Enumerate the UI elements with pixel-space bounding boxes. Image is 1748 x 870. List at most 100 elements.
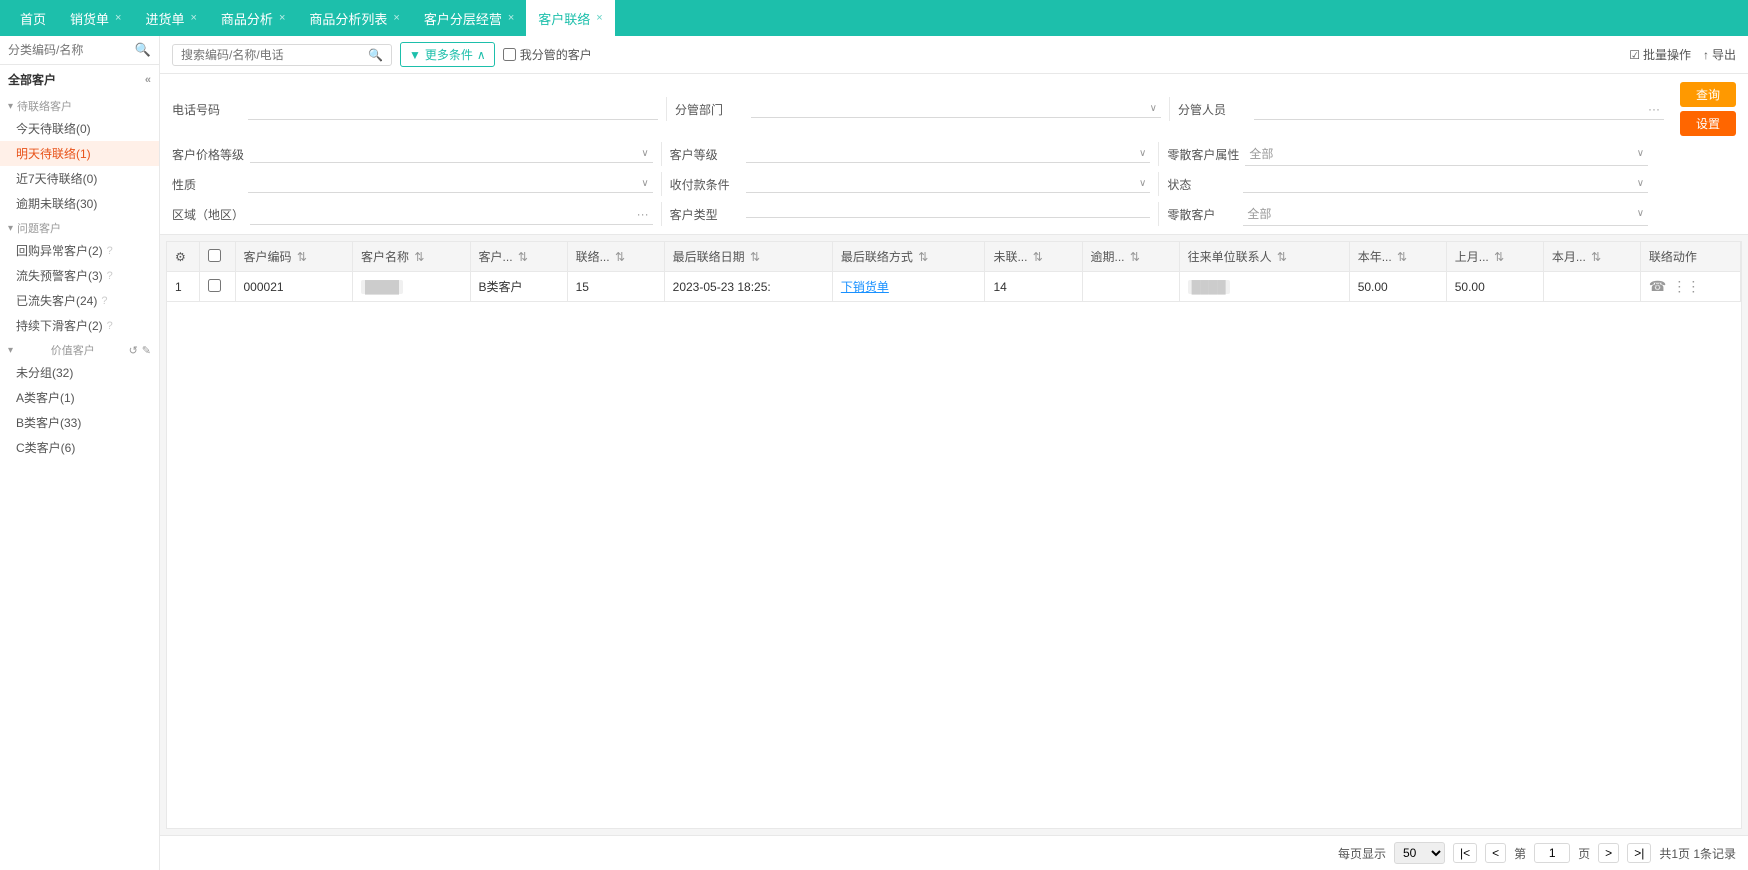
sidebar-abnormal-repurchase[interactable]: 回购异常客户(2) ? (0, 238, 159, 263)
row-checkbox[interactable] (199, 272, 235, 302)
sidebar-declining[interactable]: 持续下滑客户(2) ? (0, 313, 159, 338)
sidebar-value-header: ▾ 价值客户 ↺ ✎ (0, 338, 159, 360)
sidebar-class-a[interactable]: A类客户(1) (0, 385, 159, 410)
my-customers-checkbox[interactable] (503, 48, 516, 61)
edit-icon[interactable]: ✎ (142, 344, 151, 357)
per-page-select[interactable]: 50 100 (1394, 842, 1445, 864)
retail-customer-select[interactable]: 全部 ∨ (1243, 202, 1648, 226)
nav-sales-order[interactable]: 销货单 × (58, 0, 133, 36)
sidebar-class-c[interactable]: C类客户(6) (0, 435, 159, 460)
customer-level-select[interactable]: ∨ (746, 145, 1151, 163)
col-label-type: 客户... (479, 250, 513, 264)
last-page-btn[interactable]: >| (1627, 843, 1651, 863)
chevron-down-icon-4: ∨ (1637, 148, 1644, 159)
status-select[interactable]: ∨ (1243, 175, 1648, 193)
col-contact-action: 联络动作 (1640, 242, 1740, 272)
row-this-year: 50.00 (1349, 272, 1446, 302)
region-ellipsis[interactable]: ··· (637, 207, 649, 221)
nav-customer-tiering[interactable]: 客户分层经营 × (412, 0, 526, 36)
filter-more-btn[interactable]: ▼ 更多条件 ∧ (400, 42, 495, 67)
help-icon-3[interactable]: ? (107, 320, 113, 332)
row-uncontacted: 14 (985, 272, 1082, 302)
payment-select[interactable]: ∨ (746, 175, 1151, 193)
division-dept-select[interactable]: ∨ (751, 100, 1161, 118)
sort-icon-last-month[interactable]: ⇅ (1494, 250, 1504, 264)
sidebar-all-customers[interactable]: 全部客户 « (0, 65, 159, 94)
nav-close-sales-order[interactable]: × (115, 12, 121, 24)
sort-icon-code[interactable]: ⇅ (297, 250, 307, 264)
sidebar-tomorrow-pending[interactable]: 明天待联络(1) (0, 141, 159, 166)
col-label-this-month: 本月... (1552, 250, 1586, 264)
nav-close-customer-contact[interactable]: × (596, 12, 602, 24)
filter-icon: ▼ (409, 48, 421, 62)
sidebar-search-input[interactable] (8, 43, 135, 57)
sidebar-overdue-pending[interactable]: 逾期未联络(30) (0, 191, 159, 216)
filter-row-4: 区域（地区） ··· 客户类型 零散客户 (172, 202, 1736, 226)
sidebar-ungrouped[interactable]: 未分组(32) (0, 360, 159, 385)
sort-icon-last-method[interactable]: ⇅ (918, 250, 928, 264)
my-customers-checkbox-area: 我分管的客户 (503, 46, 592, 63)
price-level-select[interactable]: ∨ (250, 145, 653, 163)
setting-button[interactable]: 设置 (1680, 111, 1736, 136)
batch-operation-btn[interactable]: ☑ 批量操作 (1629, 46, 1691, 63)
action-more-icon[interactable]: ⋮⋮ (1672, 278, 1700, 295)
pagination: 每页显示 50 100 |< < 第 页 > >| 共1页 1条记录 (160, 835, 1748, 870)
next-page-btn[interactable]: > (1598, 843, 1619, 863)
retail-attr-select[interactable]: 全部 ∨ (1245, 142, 1648, 166)
sort-icon-uncontacted[interactable]: ⇅ (1033, 250, 1043, 264)
settings-col[interactable]: ⚙ (167, 242, 199, 272)
customer-type-select[interactable] (746, 211, 1151, 218)
sidebar-class-b[interactable]: B类客户(33) (0, 410, 159, 435)
price-level-label: 客户价格等级 (172, 146, 244, 163)
region-select[interactable]: ··· (250, 204, 653, 225)
nav-purchase-order[interactable]: 进货单 × (133, 0, 208, 36)
select-all-checkbox[interactable] (208, 249, 221, 262)
sort-icon-contact[interactable]: ⇅ (615, 250, 625, 264)
refresh-icon[interactable]: ↺ (129, 344, 138, 357)
col-label-action: 联络动作 (1649, 250, 1697, 264)
sort-icon-name[interactable]: ⇅ (414, 250, 424, 264)
sort-icon-person[interactable]: ⇅ (1277, 250, 1287, 264)
sort-icon-this-month[interactable]: ⇅ (1591, 250, 1601, 264)
search-icon[interactable]: 🔍 (368, 48, 383, 62)
sidebar-today-pending[interactable]: 今天待联络(0) (0, 116, 159, 141)
sort-icon-overdue[interactable]: ⇅ (1130, 250, 1140, 264)
nav-close-product-analysis-list[interactable]: × (393, 12, 399, 24)
sidebar-churned[interactable]: 已流失客户(24) ? (0, 288, 159, 313)
sort-icon-type[interactable]: ⇅ (518, 250, 528, 264)
filter-gender: 性质 ∨ (172, 175, 653, 193)
export-btn[interactable]: ↑ 导出 (1703, 46, 1736, 63)
main-search-input[interactable] (181, 48, 368, 62)
division-person-select[interactable]: ··· (1254, 99, 1664, 120)
gender-select[interactable]: ∨ (248, 175, 653, 193)
nav-customer-contact[interactable]: 客户联络 × (526, 0, 614, 36)
action-call-icon[interactable]: ☎ (1649, 278, 1666, 295)
export-icon: ↑ (1703, 48, 1709, 62)
sort-icon-this-year[interactable]: ⇅ (1397, 250, 1407, 264)
col-label-this-year: 本年... (1358, 250, 1392, 264)
first-page-btn[interactable]: |< (1453, 843, 1477, 863)
sidebar-churn-warning[interactable]: 流失预警客户(3) ? (0, 263, 159, 288)
query-button[interactable]: 查询 (1680, 82, 1736, 107)
sort-icon-last-date[interactable]: ⇅ (750, 250, 760, 264)
sidebar-week-pending[interactable]: 近7天待联络(0) (0, 166, 159, 191)
help-icon-2[interactable]: ? (101, 295, 107, 307)
chevron-down-icon-2: ∨ (641, 148, 648, 159)
nav-close-product-analysis[interactable]: × (279, 12, 285, 24)
ellipsis-icon[interactable]: ··· (1648, 102, 1660, 116)
help-icon-0[interactable]: ? (107, 245, 113, 257)
nav-product-analysis[interactable]: 商品分析 × (209, 0, 297, 36)
col-label-person: 往来单位联系人 (1188, 250, 1272, 264)
page-number-input[interactable] (1534, 843, 1570, 863)
nav-close-purchase-order[interactable]: × (190, 12, 196, 24)
sidebar-search-icon[interactable]: 🔍 (135, 42, 151, 58)
help-icon-1[interactable]: ? (107, 270, 113, 282)
nav-close-customer-tiering[interactable]: × (508, 12, 514, 24)
toolbar: 🔍 ▼ 更多条件 ∧ 我分管的客户 ☑ 批量操作 ↑ 导出 (160, 36, 1748, 74)
row-code: 000021 (235, 272, 353, 302)
nav-home[interactable]: 首页 (8, 0, 58, 36)
sidebar-collapse-icon: « (145, 74, 151, 86)
prev-page-btn[interactable]: < (1485, 843, 1506, 863)
nav-product-analysis-list[interactable]: 商品分析列表 × (297, 0, 411, 36)
phone-input[interactable] (248, 99, 658, 120)
